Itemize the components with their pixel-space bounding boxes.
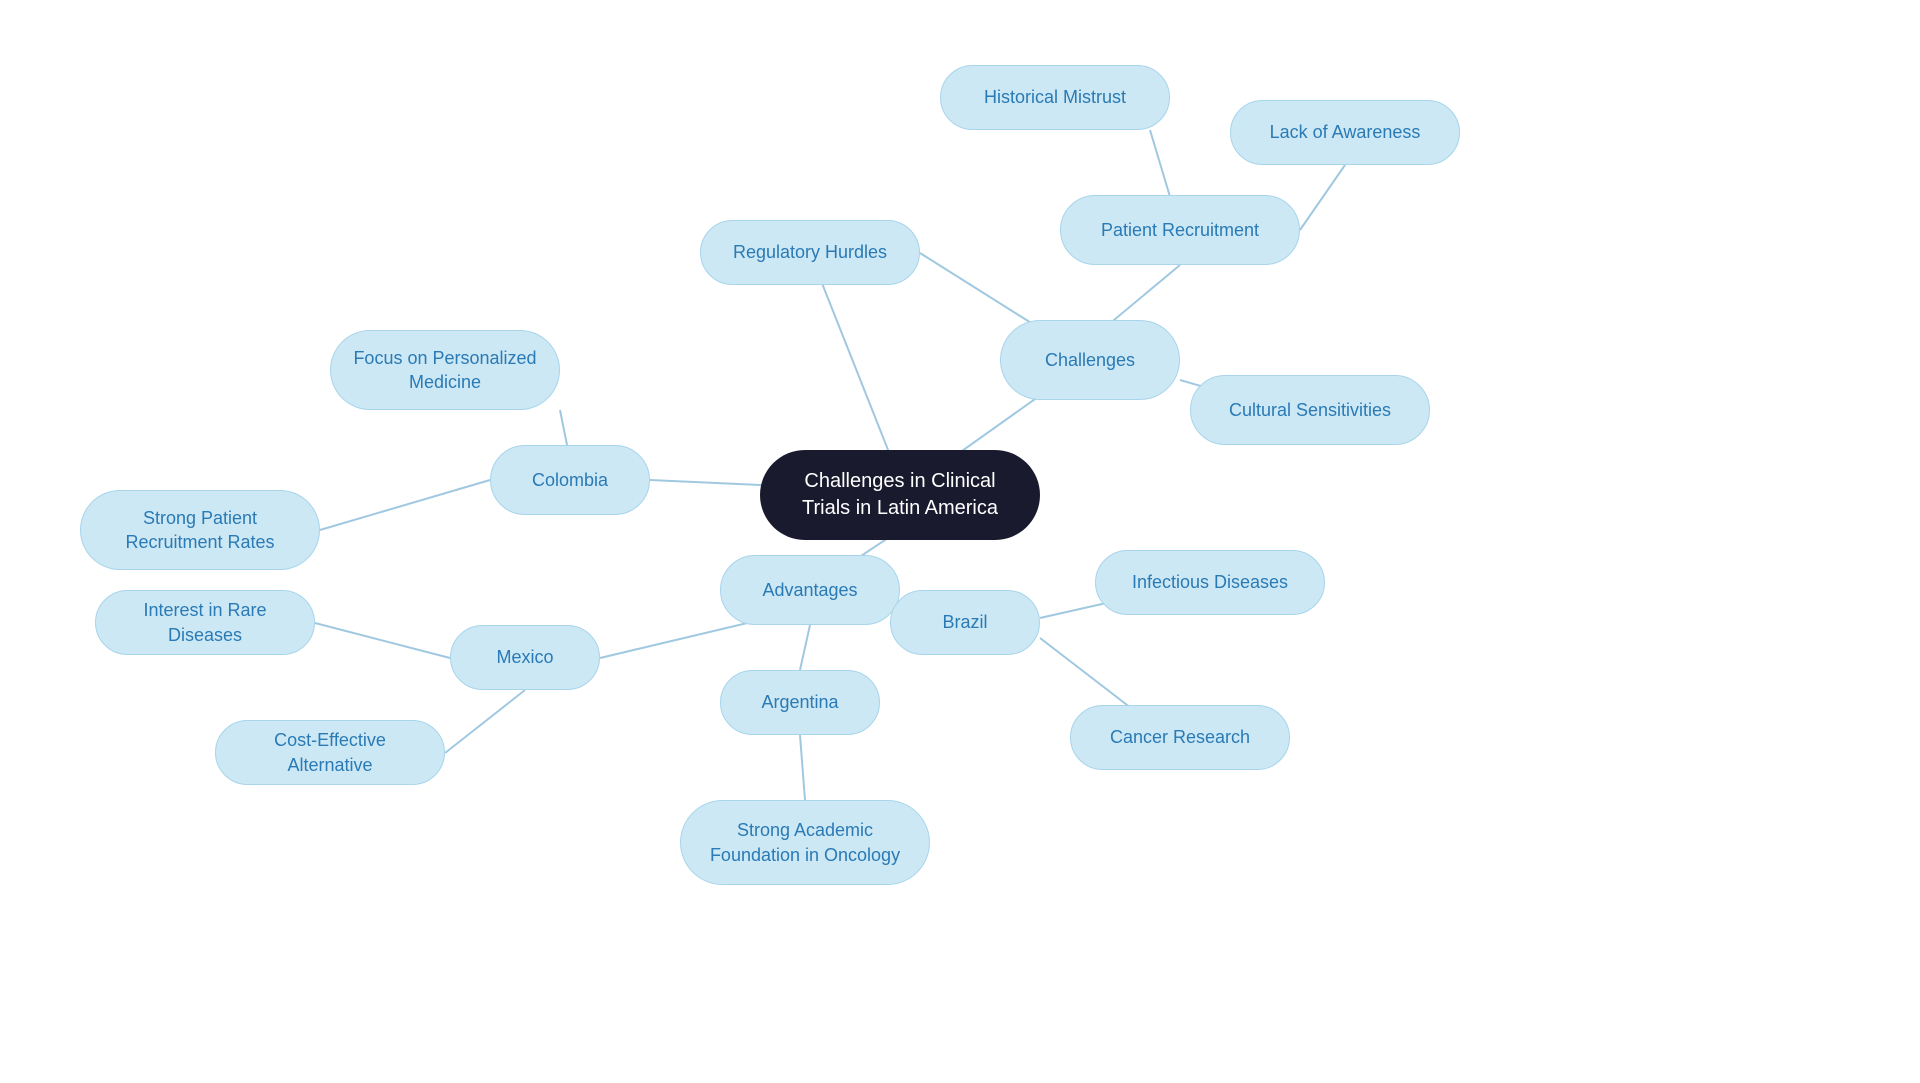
- center-node: Challenges in Clinical Trials in Latin A…: [760, 450, 1040, 540]
- cultural-sensitivities-node: Cultural Sensitivities: [1190, 375, 1430, 445]
- advantages-node: Advantages: [720, 555, 900, 625]
- strong-academic-node: Strong Academic Foundation in Oncology: [680, 800, 930, 885]
- focus-personalized-node: Focus on Personalized Medicine: [330, 330, 560, 410]
- cancer-research-node: Cancer Research: [1070, 705, 1290, 770]
- patient-recruitment-node: Patient Recruitment: [1060, 195, 1300, 265]
- colombia-node: Colombia: [490, 445, 650, 515]
- argentina-node: Argentina: [720, 670, 880, 735]
- lack-of-awareness-node: Lack of Awareness: [1230, 100, 1460, 165]
- mexico-node: Mexico: [450, 625, 600, 690]
- historical-mistrust-node: Historical Mistrust: [940, 65, 1170, 130]
- cost-effective-node: Cost-Effective Alternative: [215, 720, 445, 785]
- regulatory-hurdles-node: Regulatory Hurdles: [700, 220, 920, 285]
- strong-recruitment-node: Strong Patient Recruitment Rates: [80, 490, 320, 570]
- brazil-node: Brazil: [890, 590, 1040, 655]
- challenges-node: Challenges: [1000, 320, 1180, 400]
- infectious-diseases-node: Infectious Diseases: [1095, 550, 1325, 615]
- interest-rare-node: Interest in Rare Diseases: [95, 590, 315, 655]
